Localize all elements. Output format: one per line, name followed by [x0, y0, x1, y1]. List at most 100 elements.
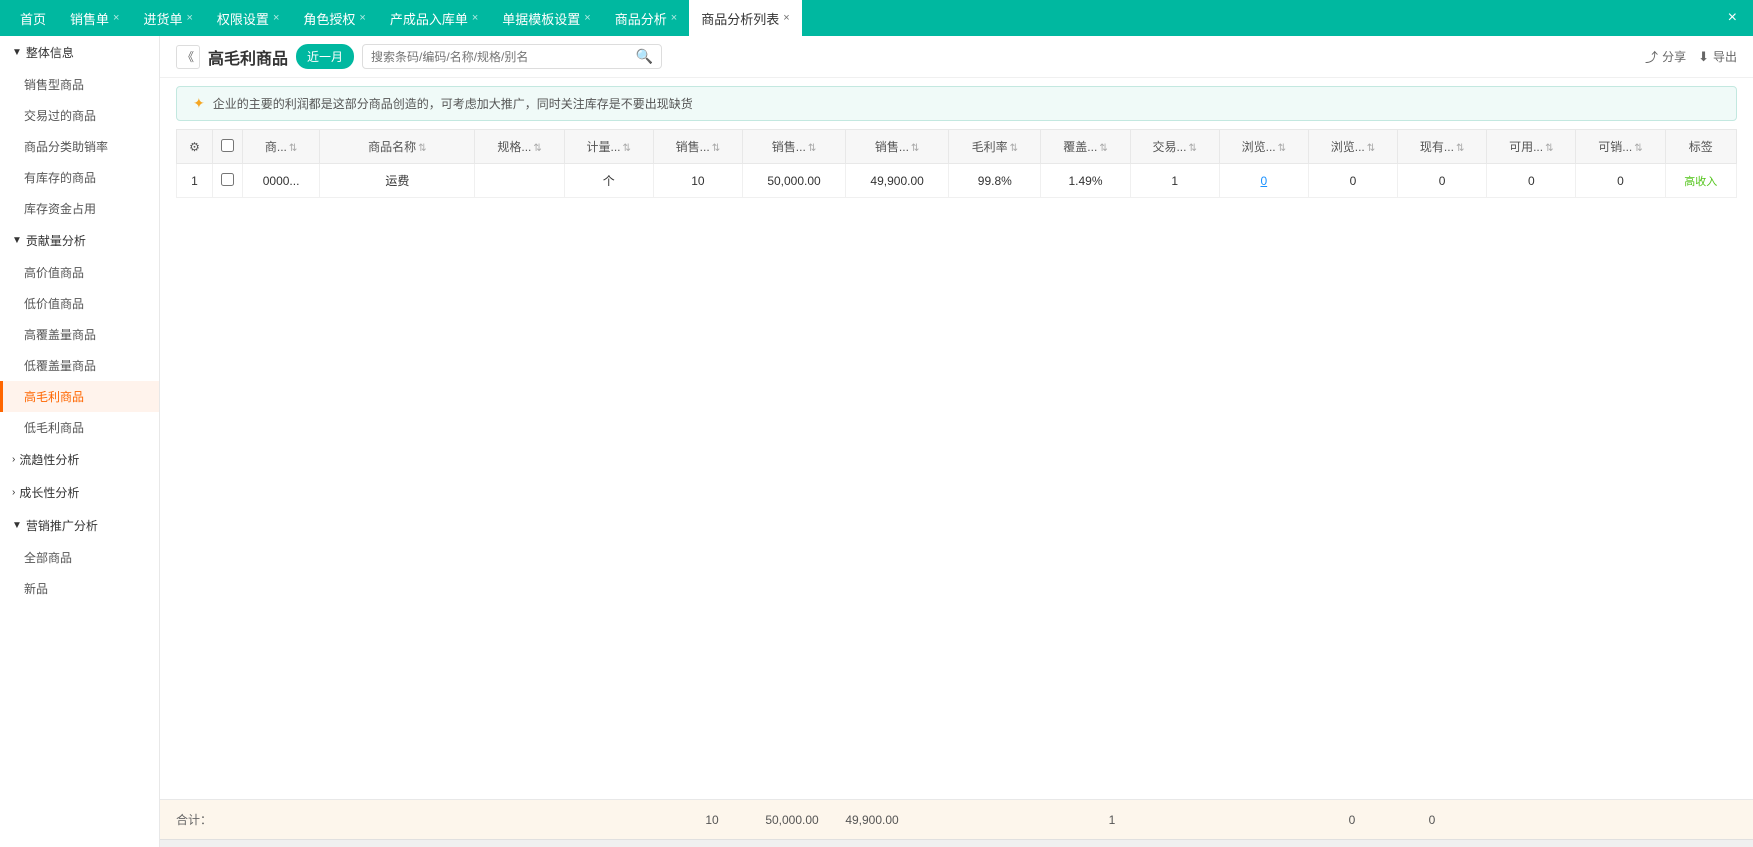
col-sales-profit[interactable]: 销售...⇅ — [846, 130, 949, 164]
nav-sales[interactable]: 销售单 × — [58, 0, 131, 36]
sidebar-item-traded-products[interactable]: 交易过的商品 — [0, 100, 159, 131]
select-all-checkbox[interactable] — [221, 139, 234, 152]
nav-permissions-close[interactable]: × — [273, 12, 279, 24]
page-title: 高毛利商品 — [208, 45, 288, 69]
arrow-icon-overall: ▼ — [12, 47, 22, 58]
nav-finished-goods[interactable]: 产成品入库单 × — [378, 0, 490, 36]
sidebar-item-high-coverage[interactable]: 高覆盖量商品 — [0, 319, 159, 350]
cell-available: 0 — [1487, 164, 1576, 198]
sidebar-item-stock-capital[interactable]: 库存资金占用 — [0, 193, 159, 224]
col-name[interactable]: 商品名称⇅ — [320, 130, 475, 164]
search-input[interactable] — [371, 50, 636, 64]
nav-purchase[interactable]: 进货单 × — [131, 0, 204, 36]
sidebar-item-low-coverage[interactable]: 低覆盖量商品 — [0, 350, 159, 381]
sidebar-item-low-value[interactable]: 低价值商品 — [0, 288, 159, 319]
table-row: 1 0000... 运费 个 10 50,000.00 49,900.00 99… — [177, 164, 1737, 198]
cell-gross-margin: 99.8% — [949, 164, 1041, 198]
arrow-icon-growth: › — [12, 487, 15, 498]
search-box[interactable]: 🔍 — [362, 44, 662, 69]
cell-checkbox[interactable] — [213, 164, 243, 198]
cell-code: 0000... — [243, 164, 320, 198]
nav-product-analysis-label: 商品分析 — [615, 9, 667, 28]
sidebar-group-growth-label: 成长性分析 — [19, 484, 79, 501]
footer-trade: 1 — [1072, 813, 1152, 827]
col-unit[interactable]: 计量...⇅ — [564, 130, 653, 164]
col-tag[interactable]: 标签 — [1665, 130, 1736, 164]
col-spec[interactable]: 规格...⇅ — [475, 130, 564, 164]
sidebar-item-new-products[interactable]: 新品 — [0, 573, 159, 604]
nav-permissions-label: 权限设置 — [217, 9, 269, 28]
nav-sales-close[interactable]: × — [113, 12, 119, 24]
col-current-stock[interactable]: 现有...⇅ — [1398, 130, 1487, 164]
nav-purchase-close[interactable]: × — [186, 12, 192, 24]
export-button[interactable]: ⬇ 导出 — [1698, 48, 1737, 65]
close-all-button[interactable]: × — [1728, 9, 1745, 27]
col-view1[interactable]: 浏览...⇅ — [1219, 130, 1308, 164]
col-checkbox[interactable] — [213, 130, 243, 164]
cell-sales-profit: 49,900.00 — [846, 164, 949, 198]
nav-analysis-list-label: 商品分析列表 — [701, 9, 779, 28]
sidebar-item-all-products[interactable]: 全部商品 — [0, 542, 159, 573]
footer-totals: 合计： 10 50,000.00 49,900.00 1 0 0 — [160, 799, 1753, 839]
col-gross-margin[interactable]: 毛利率⇅ — [949, 130, 1041, 164]
sidebar-group-trend-label: 流趋性分析 — [19, 451, 79, 468]
col-settings[interactable]: ⚙ — [177, 130, 213, 164]
sidebar-group-overall[interactable]: ▼ 整体信息 — [0, 36, 159, 69]
nav-home[interactable]: 首页 — [8, 0, 58, 36]
filter-recent-month-button[interactable]: 近一月 — [296, 44, 354, 69]
top-navigation: 首页 销售单 × 进货单 × 权限设置 × 角色授权 × 产成品入库单 × 单据… — [0, 0, 1753, 36]
cell-tag: 高收入 — [1665, 164, 1736, 198]
arrow-icon-marketing: ▼ — [12, 520, 22, 531]
horizontal-scrollbar[interactable] — [160, 839, 1753, 847]
cell-view1[interactable]: 0 — [1219, 164, 1308, 198]
nav-analysis-list-close[interactable]: × — [783, 12, 789, 24]
sidebar-group-marketing[interactable]: ▼ 营销推广分析 — [0, 509, 159, 542]
info-banner: ✦ 企业的主要的利润都是这部分商品创造的，可考虑加大推广，同时关注库存是不要出现… — [176, 86, 1737, 121]
nav-analysis-list[interactable]: 商品分析列表 × — [689, 0, 801, 36]
sidebar-item-high-margin[interactable]: 高毛利商品 — [0, 381, 159, 412]
sidebar-group-contribution[interactable]: ▼ 贡献量分析 — [0, 224, 159, 257]
sidebar-item-low-margin[interactable]: 低毛利商品 — [0, 412, 159, 443]
sidebar-group-marketing-label: 营销推广分析 — [26, 517, 98, 534]
footer-available: 0 — [1392, 813, 1472, 827]
search-icon[interactable]: 🔍 — [636, 48, 653, 65]
nav-template[interactable]: 单据模板设置 × — [490, 0, 602, 36]
export-icon: ⬇ — [1698, 49, 1709, 65]
col-sales-qty[interactable]: 销售...⇅ — [653, 130, 742, 164]
table-header: ⚙ 商...⇅ 商品名称⇅ 规格...⇅ 计量...⇅ 销售...⇅ 销售...… — [177, 130, 1737, 164]
col-available[interactable]: 可用...⇅ — [1487, 130, 1576, 164]
col-trade[interactable]: 交易...⇅ — [1130, 130, 1219, 164]
sidebar-group-overall-label: 整体信息 — [26, 44, 74, 61]
nav-roles-close[interactable]: × — [359, 12, 365, 24]
sidebar-group-trend[interactable]: › 流趋性分析 — [0, 443, 159, 476]
sidebar-item-category-rate[interactable]: 商品分类助销率 — [0, 131, 159, 162]
main-layout: ▼ 整体信息 销售型商品 交易过的商品 商品分类助销率 有库存的商品 库存资金占… — [0, 36, 1753, 847]
sidebar-group-growth[interactable]: › 成长性分析 — [0, 476, 159, 509]
nav-finished-goods-close[interactable]: × — [472, 12, 478, 24]
share-button[interactable]: ⤴ 分享 — [1645, 47, 1686, 66]
nav-finished-goods-label: 产成品入库单 — [390, 9, 468, 28]
nav-product-analysis[interactable]: 商品分析 × — [603, 0, 689, 36]
col-sales-amt[interactable]: 销售...⇅ — [742, 130, 845, 164]
col-code[interactable]: 商...⇅ — [243, 130, 320, 164]
nav-roles-label: 角色授权 — [303, 9, 355, 28]
nav-product-analysis-close[interactable]: × — [671, 12, 677, 24]
nav-roles[interactable]: 角色授权 × — [291, 0, 377, 36]
sidebar-item-in-stock[interactable]: 有库存的商品 — [0, 162, 159, 193]
nav-template-close[interactable]: × — [584, 12, 590, 24]
col-view2[interactable]: 浏览...⇅ — [1308, 130, 1397, 164]
col-saleable[interactable]: 可销...⇅ — [1576, 130, 1665, 164]
sidebar: ▼ 整体信息 销售型商品 交易过的商品 商品分类助销率 有库存的商品 库存资金占… — [0, 36, 160, 847]
collapse-sidebar-button[interactable]: 《 — [176, 45, 200, 69]
nav-permissions[interactable]: 权限设置 × — [205, 0, 291, 36]
cell-current-stock: 0 — [1398, 164, 1487, 198]
row-checkbox[interactable] — [221, 173, 234, 186]
cell-index: 1 — [177, 164, 213, 198]
share-icon: ⤴ — [1645, 47, 1658, 66]
col-coverage[interactable]: 覆盖...⇅ — [1041, 130, 1130, 164]
content-area: 《 高毛利商品 近一月 🔍 ⤴ 分享 ⬇ 导出 ✦ 企业的主要 — [160, 36, 1753, 847]
sidebar-item-high-value[interactable]: 高价值商品 — [0, 257, 159, 288]
nav-home-label: 首页 — [20, 9, 46, 28]
sidebar-item-sales-products[interactable]: 销售型商品 — [0, 69, 159, 100]
info-icon: ✦ — [193, 95, 205, 112]
